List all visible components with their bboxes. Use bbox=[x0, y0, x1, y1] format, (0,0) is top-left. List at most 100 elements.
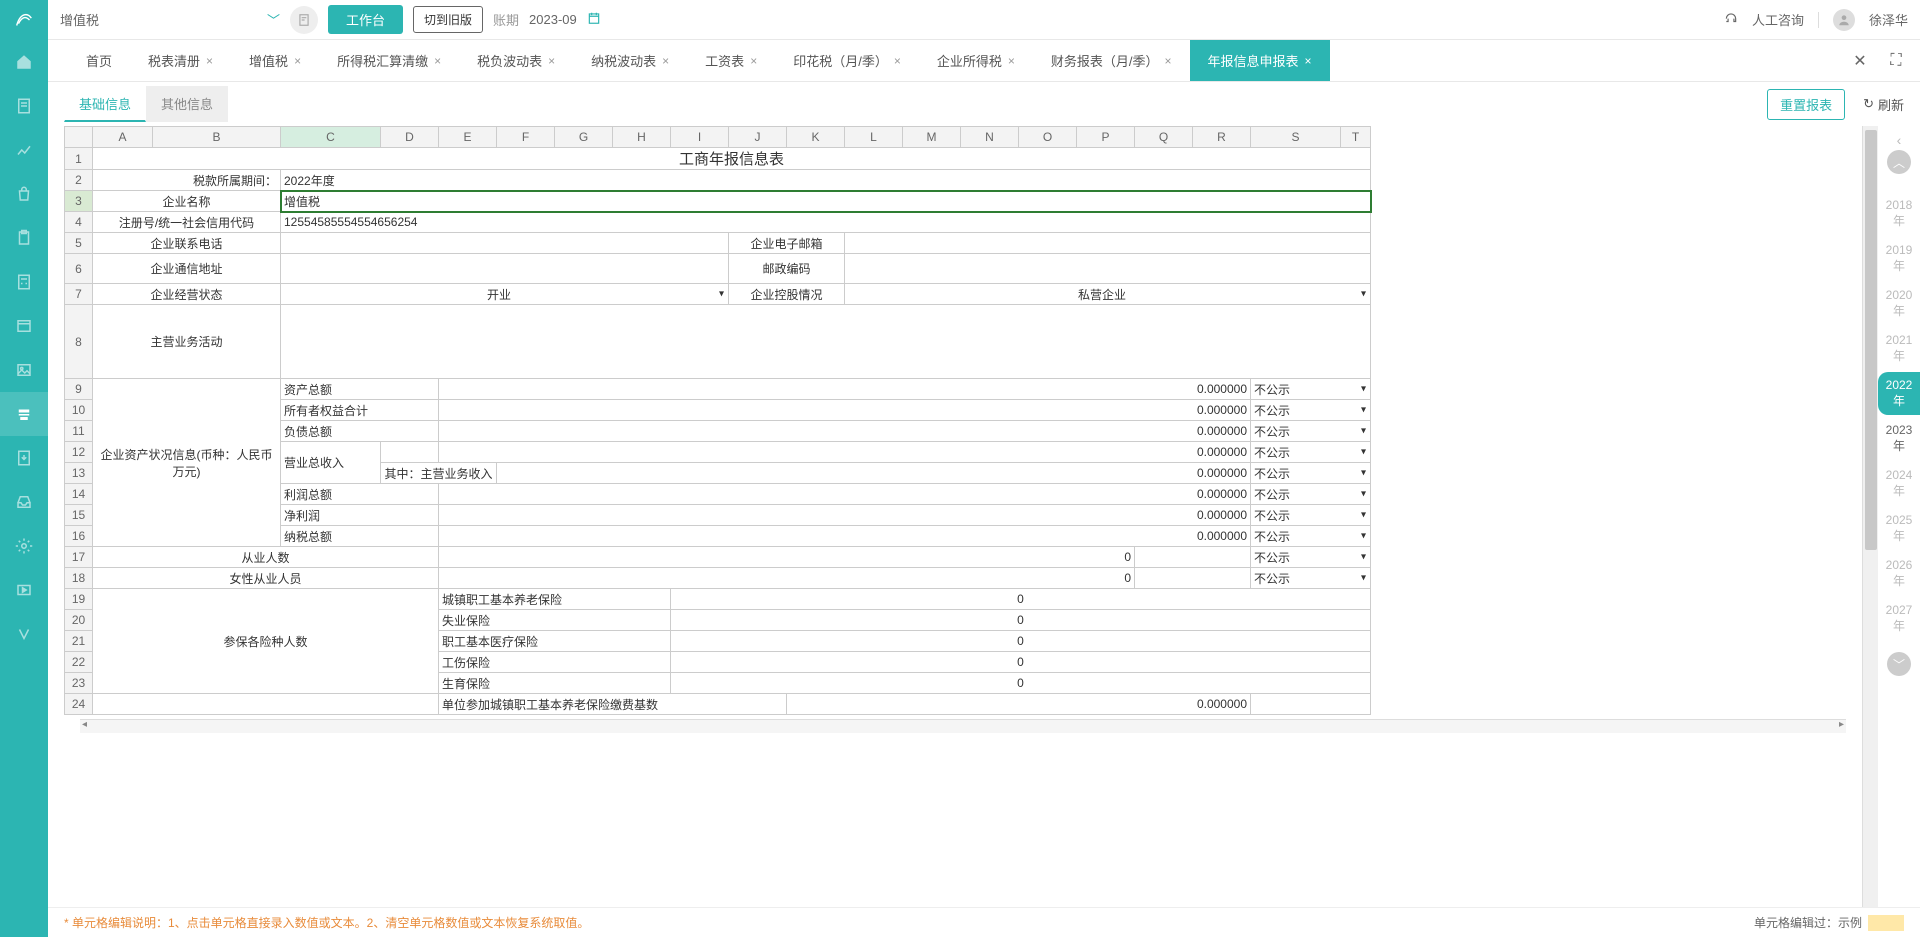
workbench-button[interactable]: 工作台 bbox=[328, 5, 403, 34]
close-icon[interactable]: × bbox=[1165, 54, 1172, 68]
scroll-down-icon[interactable]: ﹀ bbox=[1887, 652, 1911, 676]
year-2020[interactable]: 2020年 bbox=[1878, 282, 1920, 325]
nav-video-icon[interactable] bbox=[0, 568, 48, 612]
nav-clipboard-icon[interactable] bbox=[0, 216, 48, 260]
horizontal-scrollbar[interactable] bbox=[80, 719, 1846, 733]
consult-link[interactable]: 人工咨询 bbox=[1752, 10, 1804, 29]
close-icon[interactable]: × bbox=[662, 54, 669, 68]
calendar-icon[interactable] bbox=[587, 11, 601, 28]
switch-old-button[interactable]: 切到旧版 bbox=[413, 6, 483, 33]
footer-warning: * 单元格编辑说明：1、点击单元格直接录入数值或文本。2、清空单元格数值或文本恢… bbox=[64, 914, 589, 931]
company-selector[interactable]: 增值税 ﹀ bbox=[60, 10, 280, 29]
col-O[interactable]: O bbox=[1019, 127, 1077, 148]
year-2027[interactable]: 2027年 bbox=[1878, 597, 1920, 640]
sub-tab-basic[interactable]: 基础信息 bbox=[64, 86, 146, 122]
year-2023[interactable]: 2023年 bbox=[1878, 417, 1920, 460]
tab-stamp[interactable]: 印花税（月/季）× bbox=[775, 40, 919, 81]
refresh-button[interactable]: ↻ 刷新 bbox=[1863, 95, 1904, 114]
col-J[interactable]: J bbox=[729, 127, 787, 148]
edited-label: 单元格编辑过：示例 bbox=[1754, 914, 1862, 931]
nav-doc-icon[interactable] bbox=[0, 84, 48, 128]
corner-cell[interactable] bbox=[65, 127, 93, 148]
tab-pay-fluct[interactable]: 纳税波动表× bbox=[573, 40, 687, 81]
fullscreen-icon[interactable]: ⛶ bbox=[1882, 47, 1910, 75]
col-R[interactable]: R bbox=[1193, 127, 1251, 148]
nav-export-icon[interactable] bbox=[0, 436, 48, 480]
cell-company-name[interactable]: 增值税 bbox=[281, 191, 1371, 212]
tab-vat[interactable]: 增值税× bbox=[231, 40, 319, 81]
year-2021[interactable]: 2021年 bbox=[1878, 327, 1920, 370]
tab-tax-fluct[interactable]: 税负波动表× bbox=[459, 40, 573, 81]
column-header-row: A B C D E F G H I J K L M bbox=[65, 127, 1371, 148]
col-H[interactable]: H bbox=[613, 127, 671, 148]
col-A[interactable]: A bbox=[93, 127, 153, 148]
col-K[interactable]: K bbox=[787, 127, 845, 148]
tab-fin-report[interactable]: 财务报表（月/季）× bbox=[1033, 40, 1190, 81]
col-G[interactable]: G bbox=[555, 127, 613, 148]
scroll-up-icon[interactable]: ︿ bbox=[1887, 150, 1911, 174]
spreadsheet[interactable]: A B C D E F G H I J K L M bbox=[48, 126, 1862, 907]
nav-v-icon[interactable] bbox=[0, 612, 48, 656]
nav-chart-icon[interactable] bbox=[0, 128, 48, 172]
nav-inbox-icon[interactable] bbox=[0, 480, 48, 524]
user-avatar-icon[interactable] bbox=[1833, 9, 1855, 31]
col-F[interactable]: F bbox=[497, 127, 555, 148]
headset-icon bbox=[1724, 11, 1738, 28]
tab-tax-list[interactable]: 税表清册× bbox=[130, 40, 231, 81]
col-L[interactable]: L bbox=[845, 127, 903, 148]
user-name[interactable]: 徐泽华 bbox=[1869, 10, 1908, 29]
tab-corp-income[interactable]: 企业所得税× bbox=[919, 40, 1033, 81]
nav-template-icon[interactable] bbox=[0, 304, 48, 348]
note-icon[interactable] bbox=[290, 6, 318, 34]
col-C[interactable]: C bbox=[281, 127, 381, 148]
close-icon[interactable]: × bbox=[1305, 54, 1312, 68]
sub-tab-other[interactable]: 其他信息 bbox=[146, 86, 228, 122]
col-E[interactable]: E bbox=[439, 127, 497, 148]
grid-table: A B C D E F G H I J K L M bbox=[64, 126, 1371, 715]
tab-annual-report[interactable]: 年报信息申报表× bbox=[1190, 40, 1330, 81]
footer-note: * 单元格编辑说明：1、点击单元格直接录入数值或文本。2、清空单元格数值或文本恢… bbox=[48, 907, 1920, 937]
tab-income-settle[interactable]: 所得税汇算清缴× bbox=[319, 40, 459, 81]
close-icon[interactable]: × bbox=[434, 54, 441, 68]
top-header: 增值税 ﹀ 工作台 切到旧版 账期 2023-09 人工咨询 徐泽华 bbox=[48, 0, 1920, 40]
year-2026[interactable]: 2026年 bbox=[1878, 552, 1920, 595]
sheet-title[interactable]: 工商年报信息表 bbox=[93, 148, 1371, 170]
tab-home[interactable]: 首页 bbox=[68, 40, 130, 81]
col-I[interactable]: I bbox=[671, 127, 729, 148]
close-icon[interactable]: × bbox=[750, 54, 757, 68]
close-icon[interactable]: × bbox=[294, 54, 301, 68]
year-2025[interactable]: 2025年 bbox=[1878, 507, 1920, 550]
scroll-thumb[interactable] bbox=[1865, 130, 1877, 550]
year-2019[interactable]: 2019年 bbox=[1878, 237, 1920, 280]
nav-bag-icon[interactable] bbox=[0, 172, 48, 216]
year-2018[interactable]: 2018年 bbox=[1878, 192, 1920, 235]
nav-settings-icon[interactable] bbox=[0, 524, 48, 568]
nav-calc-icon[interactable] bbox=[0, 260, 48, 304]
vertical-scrollbar[interactable] bbox=[1862, 126, 1878, 907]
nav-home-icon[interactable] bbox=[0, 40, 48, 84]
sub-tab-row: 基础信息 其他信息 重置报表 ↻ 刷新 bbox=[48, 82, 1920, 126]
col-N[interactable]: N bbox=[961, 127, 1019, 148]
close-icon[interactable]: × bbox=[206, 54, 213, 68]
period-value[interactable]: 2023-09 bbox=[529, 12, 577, 27]
col-Q[interactable]: Q bbox=[1135, 127, 1193, 148]
col-P[interactable]: P bbox=[1077, 127, 1135, 148]
close-icon[interactable]: × bbox=[548, 54, 555, 68]
chevron-left-icon[interactable]: ‹ bbox=[1897, 132, 1902, 148]
col-T[interactable]: T bbox=[1341, 127, 1371, 148]
tab-salary[interactable]: 工资表× bbox=[687, 40, 775, 81]
close-all-icon[interactable]: ✕ bbox=[1846, 47, 1874, 75]
col-D[interactable]: D bbox=[381, 127, 439, 148]
year-2024[interactable]: 2024年 bbox=[1878, 462, 1920, 505]
company-name: 增值税 bbox=[60, 10, 99, 29]
col-S[interactable]: S bbox=[1251, 127, 1341, 148]
col-B[interactable]: B bbox=[153, 127, 281, 148]
col-M[interactable]: M bbox=[903, 127, 961, 148]
reset-button[interactable]: 重置报表 bbox=[1767, 89, 1845, 120]
year-2022[interactable]: 2022年 bbox=[1878, 372, 1920, 415]
nav-tax-icon[interactable] bbox=[0, 392, 48, 436]
close-icon[interactable]: × bbox=[1008, 54, 1015, 68]
left-sidebar bbox=[0, 0, 48, 937]
close-icon[interactable]: × bbox=[894, 54, 901, 68]
nav-image-icon[interactable] bbox=[0, 348, 48, 392]
